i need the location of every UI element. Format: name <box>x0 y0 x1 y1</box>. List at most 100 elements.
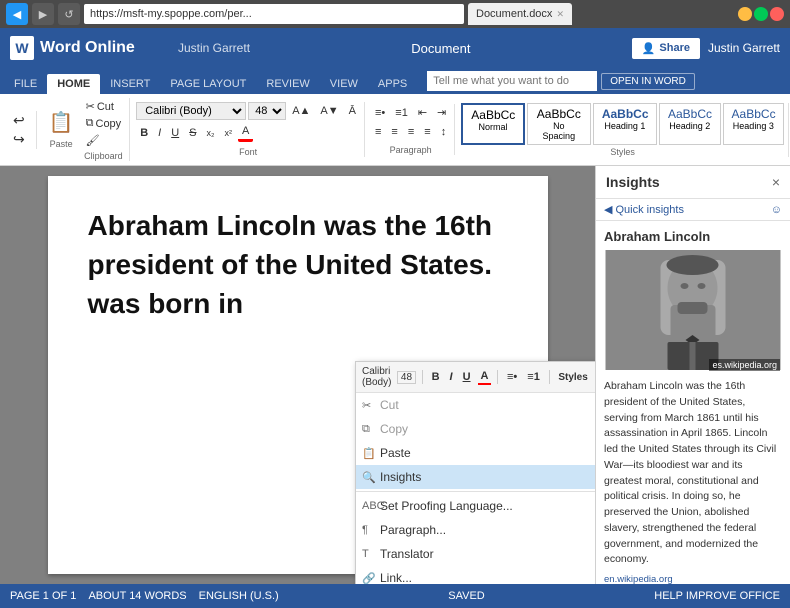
ctx-item-proofing[interactable]: ABC Set Proofing Language... <box>356 494 595 518</box>
style-heading1[interactable]: AaBbCc Heading 1 <box>593 103 657 145</box>
ribbon-group-clipboard: 📋 Paste ✂ Cut ⧉ Copy 🖌 Clipboard <box>39 98 130 161</box>
cut-label: Cut <box>97 101 114 113</box>
address-bar[interactable]: https://msft-my.spoppe.com/per... <box>84 4 464 24</box>
decrease-indent-button[interactable]: ⇤ <box>414 104 431 121</box>
styles-area: AaBbCc Normal AaBbCc No Spacing AaBbCc H… <box>461 103 784 145</box>
language: ENGLISH (U.S.) <box>199 590 279 602</box>
style-normal[interactable]: AaBbCc Normal <box>461 103 525 145</box>
line-spacing-button[interactable]: ↕ <box>437 124 451 140</box>
strikethrough-button[interactable]: S <box>185 125 200 141</box>
subscript-button[interactable]: x₂ <box>203 126 219 140</box>
italic-button[interactable]: I <box>154 125 165 141</box>
copy-button[interactable]: ⧉ Copy <box>82 115 126 132</box>
align-center-button[interactable]: ≡ <box>387 124 401 140</box>
ctx-divider-line <box>356 491 595 492</box>
format-painter-button[interactable]: 🖌 <box>82 132 126 149</box>
ctx-styles-button[interactable]: Styles <box>555 371 590 384</box>
ctx-divider <box>422 370 423 384</box>
ctx-italic-button[interactable]: I <box>447 370 456 384</box>
ctx-item-translator[interactable]: T Translator <box>356 542 595 566</box>
insights-image-area: es.wikipedia.org <box>604 250 782 373</box>
style-no-spacing[interactable]: AaBbCc No Spacing <box>527 103 591 145</box>
document-title: Document <box>250 41 632 56</box>
font-color-button[interactable]: A <box>238 123 253 142</box>
ctx-copy-label: Copy <box>380 422 408 436</box>
font-size-selector[interactable]: 48 <box>248 102 286 120</box>
numbering-button[interactable]: ≡1 <box>391 104 412 121</box>
tell-me-input[interactable] <box>427 71 597 91</box>
tab-page-layout[interactable]: PAGE LAYOUT <box>160 74 256 94</box>
bold-button[interactable]: B <box>136 125 152 141</box>
share-button[interactable]: 👤 Share <box>632 38 700 59</box>
ribbon-group-font: Calibri (Body) 48 A▲ A▼ Ā B I U S x₂ x² … <box>132 102 365 157</box>
ctx-item-paste[interactable]: 📋 Paste <box>356 441 595 465</box>
ctx-translator-label: Translator <box>380 547 434 561</box>
document-text[interactable]: Abraham Lincoln was the 16th president o… <box>88 206 508 324</box>
style-heading3[interactable]: AaBbCc Heading 3 <box>723 103 785 145</box>
align-left-button[interactable]: ≡ <box>371 124 385 140</box>
proofing-icon: ABC <box>362 500 385 512</box>
increase-font-button[interactable]: A▲ <box>288 103 314 119</box>
logo-letter: W <box>15 40 28 56</box>
ctx-item-link[interactable]: 🔗 Link... <box>356 566 595 584</box>
justify-button[interactable]: ≡ <box>420 124 434 140</box>
font-name-selector[interactable]: Calibri (Body) <box>136 102 246 120</box>
ctx-item-cut[interactable]: ✂ Cut <box>356 393 595 417</box>
tab-title: Document.docx <box>476 8 552 20</box>
clipboard-label: Clipboard <box>82 151 126 161</box>
tab-close-icon[interactable]: ✕ <box>556 9 564 20</box>
tab-review[interactable]: REVIEW <box>256 74 319 94</box>
ctx-bullets-button[interactable]: ≡• <box>504 370 520 384</box>
center-title-text: Document <box>411 41 470 56</box>
window-controls <box>738 7 784 21</box>
insights-description: Abraham Lincoln was the 16th president o… <box>604 379 782 568</box>
tab-insert[interactable]: INSERT <box>100 74 160 94</box>
superscript-button[interactable]: x² <box>221 126 237 140</box>
ctx-numbering-button[interactable]: ≡1 <box>524 370 543 384</box>
insights-entity-name: Abraham Lincoln <box>604 229 782 244</box>
close-window-button[interactable] <box>770 7 784 21</box>
ctx-item-paragraph[interactable]: ¶ Paragraph... <box>356 518 595 542</box>
tab-view[interactable]: VIEW <box>320 74 368 94</box>
ribbon-tabs: FILE HOME INSERT PAGE LAYOUT REVIEW VIEW… <box>0 68 790 94</box>
paste-button[interactable]: 📋 Paste <box>43 106 80 153</box>
open-in-word-button[interactable]: OPEN IN WORD <box>601 73 695 90</box>
insights-header: Insights × <box>596 166 790 199</box>
insights-source[interactable]: en.wikipedia.org <box>604 574 782 584</box>
insights-close-button[interactable]: × <box>772 174 780 190</box>
status-right: HELP IMPROVE OFFICE <box>654 590 780 602</box>
increase-indent-button[interactable]: ⇥ <box>433 104 450 121</box>
back-button[interactable]: ◀ <box>6 3 28 25</box>
ctx-underline-button[interactable]: U <box>460 370 474 384</box>
redo-button[interactable]: ↪ <box>10 130 28 149</box>
align-right-button[interactable]: ≡ <box>404 124 418 140</box>
maximize-button[interactable] <box>754 7 768 21</box>
forward-button[interactable]: ▶ <box>32 3 54 25</box>
copy-icon: ⧉ <box>362 423 370 436</box>
tab-apps[interactable]: APPS <box>368 74 417 94</box>
ctx-item-insights[interactable]: 🔍 Insights <box>356 465 595 489</box>
decrease-font-button[interactable]: A▼ <box>316 103 342 119</box>
ctx-item-copy[interactable]: ⧉ Copy <box>356 417 595 441</box>
underline-button[interactable]: U <box>167 125 183 141</box>
browser-tab[interactable]: Document.docx ✕ <box>468 3 572 25</box>
tab-home[interactable]: HOME <box>47 74 100 94</box>
minimize-button[interactable] <box>738 7 752 21</box>
clear-format-button[interactable]: Ā <box>345 103 360 119</box>
ribbon-group-undo: ↩ ↪ <box>6 111 37 149</box>
ctx-bold-button[interactable]: B <box>429 370 443 384</box>
tab-file[interactable]: FILE <box>4 74 47 94</box>
style-heading2[interactable]: AaBbCc Heading 2 <box>659 103 721 145</box>
undo-button[interactable]: ↩ <box>10 111 28 130</box>
insights-scroll-area[interactable]: Abraham Lincoln <box>596 221 790 584</box>
quick-insights-tab[interactable]: ◀ Quick insights <box>604 203 684 216</box>
smiley-button[interactable]: ☺ <box>771 204 782 216</box>
quick-insights-label: Quick insights <box>615 204 683 216</box>
bullets-button[interactable]: ≡• <box>371 104 389 121</box>
paste-icon: 📋 <box>362 447 376 460</box>
paragraph-icon: ¶ <box>362 524 368 536</box>
help-label[interactable]: HELP IMPROVE OFFICE <box>654 590 780 602</box>
ctx-font-color-button[interactable]: A <box>478 369 492 385</box>
refresh-button[interactable]: ↺ <box>58 3 80 25</box>
cut-button[interactable]: ✂ Cut <box>82 98 126 115</box>
